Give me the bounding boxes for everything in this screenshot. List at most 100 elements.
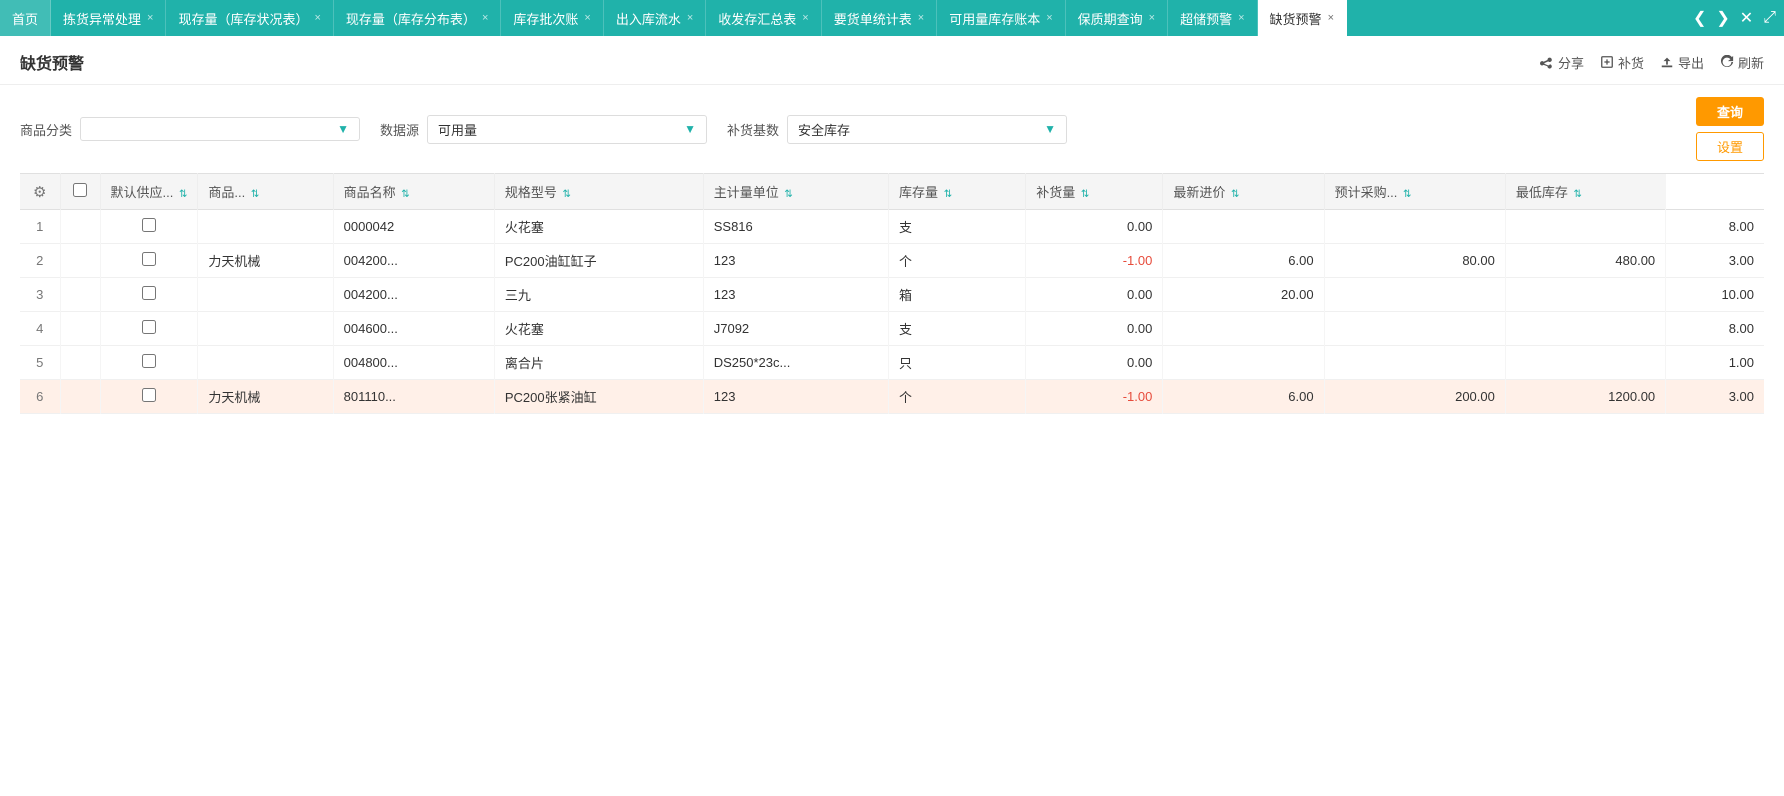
- row-settings-cell: [60, 278, 100, 312]
- col-price-header[interactable]: 最新进价 ⇅: [1163, 174, 1324, 210]
- tab-shortage[interactable]: 缺货预警 ×: [1258, 0, 1347, 36]
- tab-inventory-status[interactable]: 现存量（库存状况表） ×: [166, 0, 333, 36]
- row-settings-cell: [60, 380, 100, 414]
- settings-button[interactable]: 设置: [1696, 132, 1764, 161]
- col-spec-header[interactable]: 规格型号 ⇅: [494, 174, 703, 210]
- row-checkbox[interactable]: [142, 388, 156, 402]
- tab-nav-controls: ❮ ❯ ✕ ⤢: [1685, 6, 1784, 30]
- col-checkbox-header[interactable]: [60, 174, 100, 210]
- replenish-icon: [1600, 55, 1614, 69]
- row-checkbox-cell[interactable]: [100, 346, 198, 380]
- settings-gear-icon[interactable]: ⚙: [33, 184, 46, 201]
- tab-receipt-summary[interactable]: 收发存汇总表 ×: [706, 0, 821, 36]
- row-unit: 支: [889, 312, 1026, 346]
- col-code-header[interactable]: 商品... ⇅: [198, 174, 333, 210]
- row-unit: 个: [889, 244, 1026, 278]
- tab-home-label: 首页: [12, 9, 38, 28]
- tab-inventory-status-close[interactable]: ×: [314, 12, 320, 24]
- row-unit: 只: [889, 346, 1026, 380]
- min-stock-sort-icon: ⇅: [1574, 189, 1582, 200]
- export-button[interactable]: 导出: [1660, 53, 1704, 72]
- page-title: 缺货预警: [20, 50, 84, 74]
- tab-expand-button[interactable]: ⤢: [1759, 7, 1780, 29]
- row-checkbox-cell[interactable]: [100, 380, 198, 414]
- row-code: 004200...: [333, 278, 494, 312]
- row-est-purchase: 1200.00: [1505, 380, 1665, 414]
- tab-receipt-summary-close[interactable]: ×: [802, 12, 808, 24]
- datasource-select[interactable]: 可用量 ▼: [427, 115, 707, 144]
- replenish-base-select[interactable]: 安全库存 ▼: [787, 115, 1067, 144]
- tab-shortage-close[interactable]: ×: [1328, 12, 1334, 24]
- tab-flow-close[interactable]: ×: [687, 12, 693, 24]
- row-settings-cell: [60, 312, 100, 346]
- category-label: 商品分类: [20, 120, 72, 139]
- tab-batch-account-close[interactable]: ×: [584, 12, 590, 24]
- row-checkbox[interactable]: [142, 320, 156, 334]
- select-all-checkbox[interactable]: [73, 183, 87, 197]
- row-min-stock: 8.00: [1666, 312, 1764, 346]
- row-latest-price: 80.00: [1324, 244, 1505, 278]
- table-row: 3 004200... 三九 123 箱 0.00 20.00 10.00: [20, 278, 1764, 312]
- col-est-purchase-header[interactable]: 预计采购... ⇅: [1324, 174, 1505, 210]
- col-est-purchase-label: 预计采购...: [1335, 185, 1398, 200]
- query-button[interactable]: 查询: [1696, 97, 1764, 126]
- col-min-stock-header[interactable]: 最低库存 ⇅: [1505, 174, 1665, 210]
- tab-home[interactable]: 首页: [0, 0, 51, 36]
- row-stock: -1.00: [1026, 380, 1163, 414]
- row-unit: 个: [889, 380, 1026, 414]
- col-replenish-header[interactable]: 补货量 ⇅: [1026, 174, 1163, 210]
- tab-flow[interactable]: 出入库流水 ×: [604, 0, 706, 36]
- tab-batch-account[interactable]: 库存批次账 ×: [501, 0, 603, 36]
- col-settings-header[interactable]: ⚙: [20, 174, 60, 210]
- category-chevron-icon: ▼: [337, 122, 349, 136]
- row-checkbox[interactable]: [142, 218, 156, 232]
- col-supplier-header[interactable]: 默认供应... ⇅: [100, 174, 198, 210]
- col-stock-header[interactable]: 库存量 ⇅: [889, 174, 1026, 210]
- row-checkbox[interactable]: [142, 252, 156, 266]
- tab-close-all-button[interactable]: ✕: [1736, 6, 1757, 30]
- share-icon: [1540, 55, 1554, 69]
- tab-demand-stat-label: 要货单统计表: [834, 9, 912, 28]
- tab-expiry-query-close[interactable]: ×: [1149, 12, 1155, 24]
- tab-prev-button[interactable]: ❮: [1689, 6, 1710, 30]
- row-supplier: [198, 346, 333, 380]
- col-name-label: 商品名称: [344, 185, 396, 200]
- tab-abnormal-close[interactable]: ×: [147, 12, 153, 24]
- tab-inventory-dist[interactable]: 现存量（库存分布表） ×: [334, 0, 501, 36]
- row-checkbox[interactable]: [142, 354, 156, 368]
- row-name: PC200张紧油缸: [494, 380, 703, 414]
- datasource-value: 可用量: [438, 120, 477, 139]
- table-row: 4 004600... 火花塞 J7092 支 0.00 8.00: [20, 312, 1764, 346]
- row-stock: 0.00: [1026, 210, 1163, 244]
- row-supplier: [198, 278, 333, 312]
- tab-demand-stat[interactable]: 要货单统计表 ×: [822, 0, 937, 36]
- tab-demand-stat-close[interactable]: ×: [918, 12, 924, 24]
- tab-available-ledger[interactable]: 可用量库存账本 ×: [937, 0, 1065, 36]
- tab-available-ledger-close[interactable]: ×: [1046, 12, 1052, 24]
- refresh-button[interactable]: 刷新: [1720, 53, 1764, 72]
- tab-abnormal-label: 拣货异常处理: [63, 9, 141, 28]
- tab-overstock-close[interactable]: ×: [1238, 12, 1244, 24]
- category-select[interactable]: ▼: [80, 117, 360, 141]
- col-min-stock-label: 最低库存: [1516, 185, 1568, 200]
- col-unit-header[interactable]: 主计量单位 ⇅: [703, 174, 888, 210]
- tab-inventory-dist-close[interactable]: ×: [482, 12, 488, 24]
- share-button[interactable]: 分享: [1540, 53, 1584, 72]
- col-name-header[interactable]: 商品名称 ⇅: [333, 174, 494, 210]
- category-filter-group: 商品分类 ▼: [20, 117, 360, 141]
- row-checkbox-cell[interactable]: [100, 278, 198, 312]
- export-label: 导出: [1678, 53, 1704, 72]
- replenish-button[interactable]: 补货: [1600, 53, 1644, 72]
- tab-abnormal[interactable]: 拣货异常处理 ×: [51, 0, 166, 36]
- tab-next-button[interactable]: ❯: [1712, 6, 1733, 30]
- row-checkbox-cell[interactable]: [100, 210, 198, 244]
- tab-overstock[interactable]: 超储预警 ×: [1168, 0, 1257, 36]
- row-checkbox-cell[interactable]: [100, 312, 198, 346]
- row-supplier: 力天机械: [198, 380, 333, 414]
- row-replenish: 20.00: [1163, 278, 1324, 312]
- row-checkbox[interactable]: [142, 286, 156, 300]
- row-checkbox-cell[interactable]: [100, 244, 198, 278]
- tab-expiry-query[interactable]: 保质期查询 ×: [1066, 0, 1168, 36]
- tab-shortage-label: 缺货预警: [1270, 9, 1322, 28]
- replenish-sort-icon: ⇅: [1081, 189, 1089, 200]
